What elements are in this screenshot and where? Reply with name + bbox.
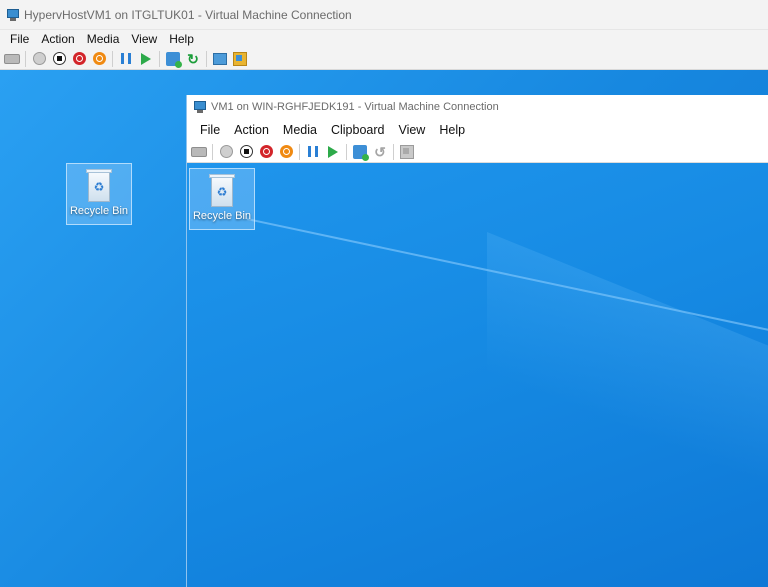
turn-off-icon[interactable] — [51, 51, 67, 67]
pause-icon[interactable] — [118, 51, 134, 67]
outer-menu-help[interactable]: Help — [163, 32, 200, 46]
vm-connection-icon — [193, 100, 207, 114]
start-icon[interactable] — [31, 51, 47, 67]
checkpoint-icon[interactable] — [352, 144, 369, 161]
share-icon[interactable] — [232, 51, 248, 67]
recycle-bin-icon: ♻ — [84, 168, 114, 204]
toolbar-separator — [112, 50, 113, 67]
shut-down-icon[interactable] — [71, 51, 87, 67]
recycle-bin-label: Recycle Bin — [192, 210, 252, 222]
inner-menu-clipboard[interactable]: Clipboard — [324, 123, 392, 137]
toolbar-separator — [25, 50, 26, 67]
outer-toolbar: ↻ — [0, 48, 768, 70]
revert-icon[interactable]: ↻ — [185, 51, 201, 67]
outer-menu-bar: File Action Media View Help — [0, 30, 768, 48]
outer-title-bar[interactable]: HypervHostVM1 on ITGLTUK01 - Virtual Mac… — [0, 0, 768, 30]
outer-menu-file[interactable]: File — [4, 32, 35, 46]
inner-desktop[interactable]: ♻ Recycle Bin — [187, 163, 768, 587]
inner-toolbar: ↺ — [187, 141, 768, 163]
outer-window-title: HypervHostVM1 on ITGLTUK01 - Virtual Mac… — [24, 7, 352, 22]
shut-down-icon[interactable] — [258, 144, 274, 160]
share-icon[interactable] — [399, 144, 415, 160]
ctrl-alt-del-icon[interactable] — [191, 144, 207, 160]
inner-menu-bar: File Action Media Clipboard View Help — [187, 119, 768, 141]
toolbar-separator — [346, 143, 347, 160]
pause-icon[interactable] — [305, 144, 321, 160]
vm-connection-icon — [6, 8, 20, 22]
toolbar-separator — [299, 143, 300, 160]
save-icon[interactable] — [91, 51, 107, 67]
outer-menu-view[interactable]: View — [125, 32, 163, 46]
save-icon[interactable] — [278, 144, 294, 160]
toolbar-separator — [206, 50, 207, 67]
inner-menu-file[interactable]: File — [193, 123, 227, 137]
inner-window-title: VM1 on WIN-RGHFJEDK191 - Virtual Machine… — [211, 101, 499, 113]
outer-recycle-bin[interactable]: ♻ Recycle Bin — [66, 163, 132, 225]
inner-recycle-bin[interactable]: ♻ Recycle Bin — [189, 168, 255, 230]
toolbar-separator — [159, 50, 160, 67]
inner-menu-action[interactable]: Action — [227, 123, 276, 137]
inner-menu-view[interactable]: View — [391, 123, 432, 137]
wallpaper-light-glow — [487, 231, 768, 575]
checkpoint-icon[interactable] — [165, 51, 182, 68]
recycle-bin-icon: ♻ — [207, 173, 237, 209]
reset-icon[interactable] — [325, 144, 341, 160]
revert-icon[interactable]: ↺ — [372, 144, 388, 160]
inner-vm-window: VM1 on WIN-RGHFJEDK191 - Virtual Machine… — [186, 95, 768, 587]
toolbar-separator — [393, 143, 394, 160]
inner-title-bar[interactable]: VM1 on WIN-RGHFJEDK191 - Virtual Machine… — [187, 95, 768, 119]
enhanced-session-icon[interactable] — [212, 51, 228, 67]
outer-menu-media[interactable]: Media — [81, 32, 126, 46]
inner-menu-media[interactable]: Media — [276, 123, 324, 137]
start-icon[interactable] — [218, 144, 234, 160]
reset-icon[interactable] — [138, 51, 154, 67]
outer-menu-action[interactable]: Action — [35, 32, 80, 46]
inner-menu-help[interactable]: Help — [432, 123, 472, 137]
toolbar-separator — [212, 143, 213, 160]
turn-off-icon[interactable] — [238, 144, 254, 160]
ctrl-alt-del-icon[interactable] — [4, 51, 20, 67]
recycle-bin-label: Recycle Bin — [69, 205, 129, 217]
